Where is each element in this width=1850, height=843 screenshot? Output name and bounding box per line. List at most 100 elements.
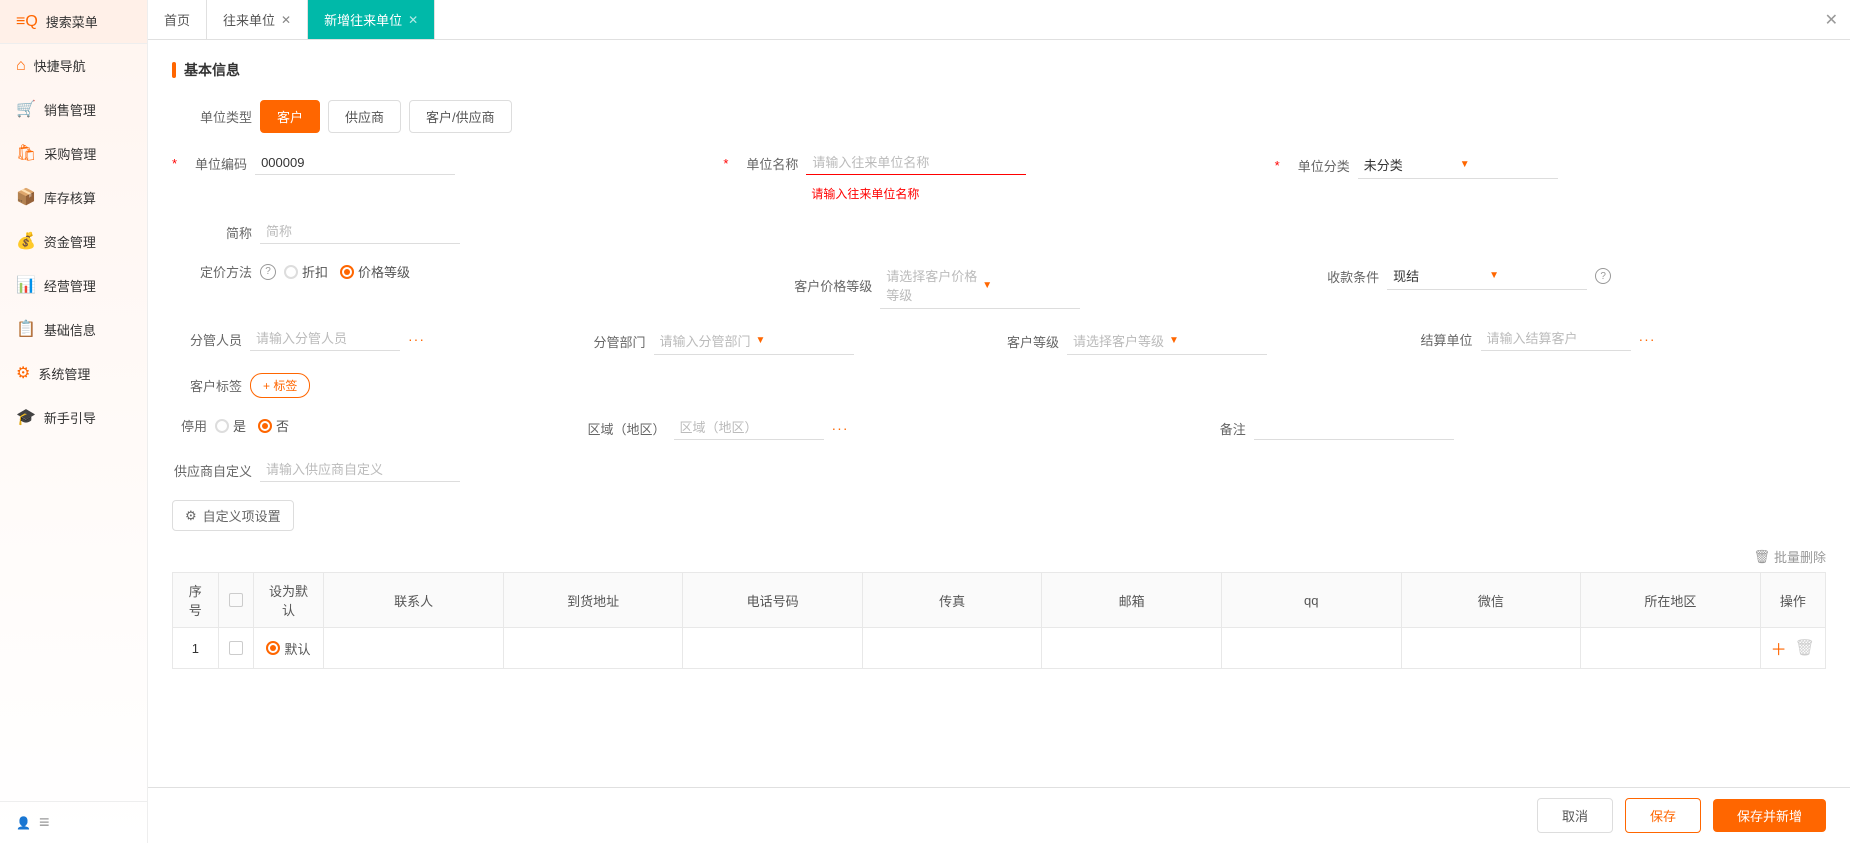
customer-level-select[interactable]: 请选择客户等级 ▼ <box>1067 327 1267 355</box>
radio-yes[interactable]: 是 <box>215 416 246 435</box>
supplier-custom-input[interactable] <box>260 458 460 482</box>
radio-yes-circle <box>215 419 229 433</box>
save-button[interactable]: 保存 <box>1625 798 1701 833</box>
customer-tag-label: 客户标签 <box>172 376 242 395</box>
td-default: 默认 <box>253 628 324 669</box>
unit-category-select[interactable]: 未分类 ▼ <box>1358 151 1558 179</box>
region-input[interactable] <box>674 416 824 440</box>
customer-level-arrow: ▼ <box>1169 335 1261 346</box>
unit-name-field: * 单位名称 请输入往来单位名称 <box>723 151 1274 202</box>
customer-level-field: 客户等级 请选择客户等级 ▼ <box>999 327 1413 355</box>
th-contact: 联系人 <box>324 573 504 628</box>
sidebar-item-label: 搜索菜单 <box>46 12 98 31</box>
tab-counterparty-close[interactable]: ✕ <box>281 13 291 27</box>
btn-both[interactable]: 客户/供应商 <box>409 100 512 133</box>
sidebar: ≡Q 搜索菜单 ⌂ 快捷导航 🛒 销售管理 🛍 采购管理 📦 库存核算 💰 资金… <box>0 0 148 843</box>
pricing-method-field: 定价方法 ? 折扣 价格等级 <box>172 262 792 281</box>
th-email: 邮箱 <box>1042 573 1222 628</box>
row-checkbox[interactable] <box>229 641 243 655</box>
system-icon: ⚙ <box>16 363 30 383</box>
manager-more-btn[interactable]: ··· <box>408 331 425 347</box>
sidebar-item-label: 销售管理 <box>44 100 96 119</box>
department-select[interactable]: 请输入分管部门 ▼ <box>654 327 854 355</box>
region-label: 区域（地区） <box>586 419 666 438</box>
tab-home[interactable]: 首页 <box>148 0 207 39</box>
radio-no[interactable]: 否 <box>258 416 289 435</box>
save-new-button[interactable]: 保存并新增 <box>1713 799 1826 832</box>
td-action: ＋ 🗑 <box>1760 628 1825 669</box>
th-region: 所在地区 <box>1581 573 1761 628</box>
unit-type-field: 单位类型 客户 供应商 客户/供应商 <box>172 100 1826 133</box>
unit-category-label: 单位分类 <box>1290 156 1350 175</box>
region-more-btn[interactable]: ··· <box>832 420 849 436</box>
cancel-button[interactable]: 取消 <box>1537 798 1613 833</box>
sidebar-item-sales[interactable]: 🛒 销售管理 <box>0 87 147 131</box>
delete-row-btn[interactable]: 🗑 <box>1795 638 1815 658</box>
radio-discount-circle <box>284 265 298 279</box>
sidebar-bottom: 👤 ≡ <box>0 801 147 843</box>
btn-customer[interactable]: 客户 <box>260 100 320 133</box>
sidebar-item-finance[interactable]: 💰 资金管理 <box>0 219 147 263</box>
td-region[interactable] <box>1581 628 1761 669</box>
th-seq: 序号 <box>173 573 219 628</box>
btn-supplier[interactable]: 供应商 <box>328 100 401 133</box>
custom-settings-button[interactable]: ⚙ 自定义项设置 <box>172 500 294 531</box>
sidebar-item-system[interactable]: ⚙ 系统管理 <box>0 351 147 395</box>
sidebar-item-purchase[interactable]: 🛍 采购管理 <box>0 131 147 175</box>
unit-name-input[interactable] <box>806 151 1026 175</box>
sidebar-item-inventory[interactable]: 📦 库存核算 <box>0 175 147 219</box>
settlement-input[interactable] <box>1481 327 1631 351</box>
disable-field: 停用 是 否 <box>172 416 586 435</box>
remarks-input[interactable] <box>1254 416 1454 440</box>
section-title: 基本信息 <box>172 60 1826 80</box>
unit-code-star: * <box>172 156 177 171</box>
row-default-radio[interactable]: 默认 <box>266 639 310 658</box>
sidebar-item-quicknav[interactable]: ⌂ 快捷导航 <box>0 44 147 87</box>
sidebar-item-label: 基础信息 <box>44 320 96 339</box>
settlement-more-btn[interactable]: ··· <box>1639 331 1656 347</box>
th-wechat: 微信 <box>1401 573 1581 628</box>
close-all-tabs[interactable]: ✕ <box>1813 0 1850 39</box>
manager-input[interactable] <box>250 327 400 351</box>
payment-terms-help-icon[interactable]: ? <box>1595 268 1611 284</box>
short-name-field: 简称 <box>172 220 1826 244</box>
short-name-input[interactable] <box>260 220 460 244</box>
unit-code-label: 单位编码 <box>187 154 247 173</box>
td-phone[interactable] <box>683 628 863 669</box>
section-icon-bar <box>172 62 176 78</box>
tab-new-counterparty[interactable]: 新增往来单位 ✕ <box>308 0 435 39</box>
section-title-text: 基本信息 <box>184 60 240 80</box>
radio-discount[interactable]: 折扣 <box>284 262 328 281</box>
th-checkbox-sq[interactable] <box>229 593 243 607</box>
unit-code-input[interactable] <box>255 151 455 175</box>
td-qq[interactable] <box>1221 628 1401 669</box>
sidebar-item-guide[interactable]: 🎓 新手引导 <box>0 395 147 439</box>
tab-new-counterparty-close[interactable]: ✕ <box>408 13 418 27</box>
radio-price-level[interactable]: 价格等级 <box>340 262 410 281</box>
pricing-help-icon[interactable]: ? <box>260 264 276 280</box>
radio-yes-label: 是 <box>233 416 246 435</box>
td-address[interactable] <box>503 628 683 669</box>
bulk-delete-label[interactable]: 批量删除 <box>1774 547 1826 566</box>
add-row-btn[interactable]: ＋ <box>1771 636 1787 660</box>
sidebar-item-operations[interactable]: 📊 经营管理 <box>0 263 147 307</box>
td-email[interactable] <box>1042 628 1222 669</box>
sidebar-item-label: 系统管理 <box>38 364 90 383</box>
td-fax[interactable] <box>862 628 1042 669</box>
sidebar-item-label: 库存核算 <box>44 188 96 207</box>
sidebar-item-search[interactable]: ≡Q 搜索菜单 <box>0 0 147 44</box>
customer-price-select[interactable]: 请选择客户价格等级 ▼ <box>880 262 1080 309</box>
tab-counterparty[interactable]: 往来单位 ✕ <box>207 0 308 39</box>
sidebar-item-basic[interactable]: 📋 基础信息 <box>0 307 147 351</box>
add-tag-button[interactable]: + 标签 <box>250 373 310 398</box>
td-wechat[interactable] <box>1401 628 1581 669</box>
payment-terms-select[interactable]: 现结 ▼ <box>1387 262 1587 290</box>
operations-icon: 📊 <box>16 275 36 295</box>
td-contact[interactable] <box>324 628 504 669</box>
tab-bar: 首页 往来单位 ✕ 新增往来单位 ✕ ✕ <box>148 0 1850 40</box>
sales-icon: 🛒 <box>16 99 36 119</box>
th-checkbox <box>218 573 253 628</box>
inventory-icon: 📦 <box>16 187 36 207</box>
customer-tag-row: 客户标签 + 标签 <box>172 373 1826 398</box>
payment-terms-field: 收款条件 现结 ▼ ? <box>1309 262 1826 290</box>
